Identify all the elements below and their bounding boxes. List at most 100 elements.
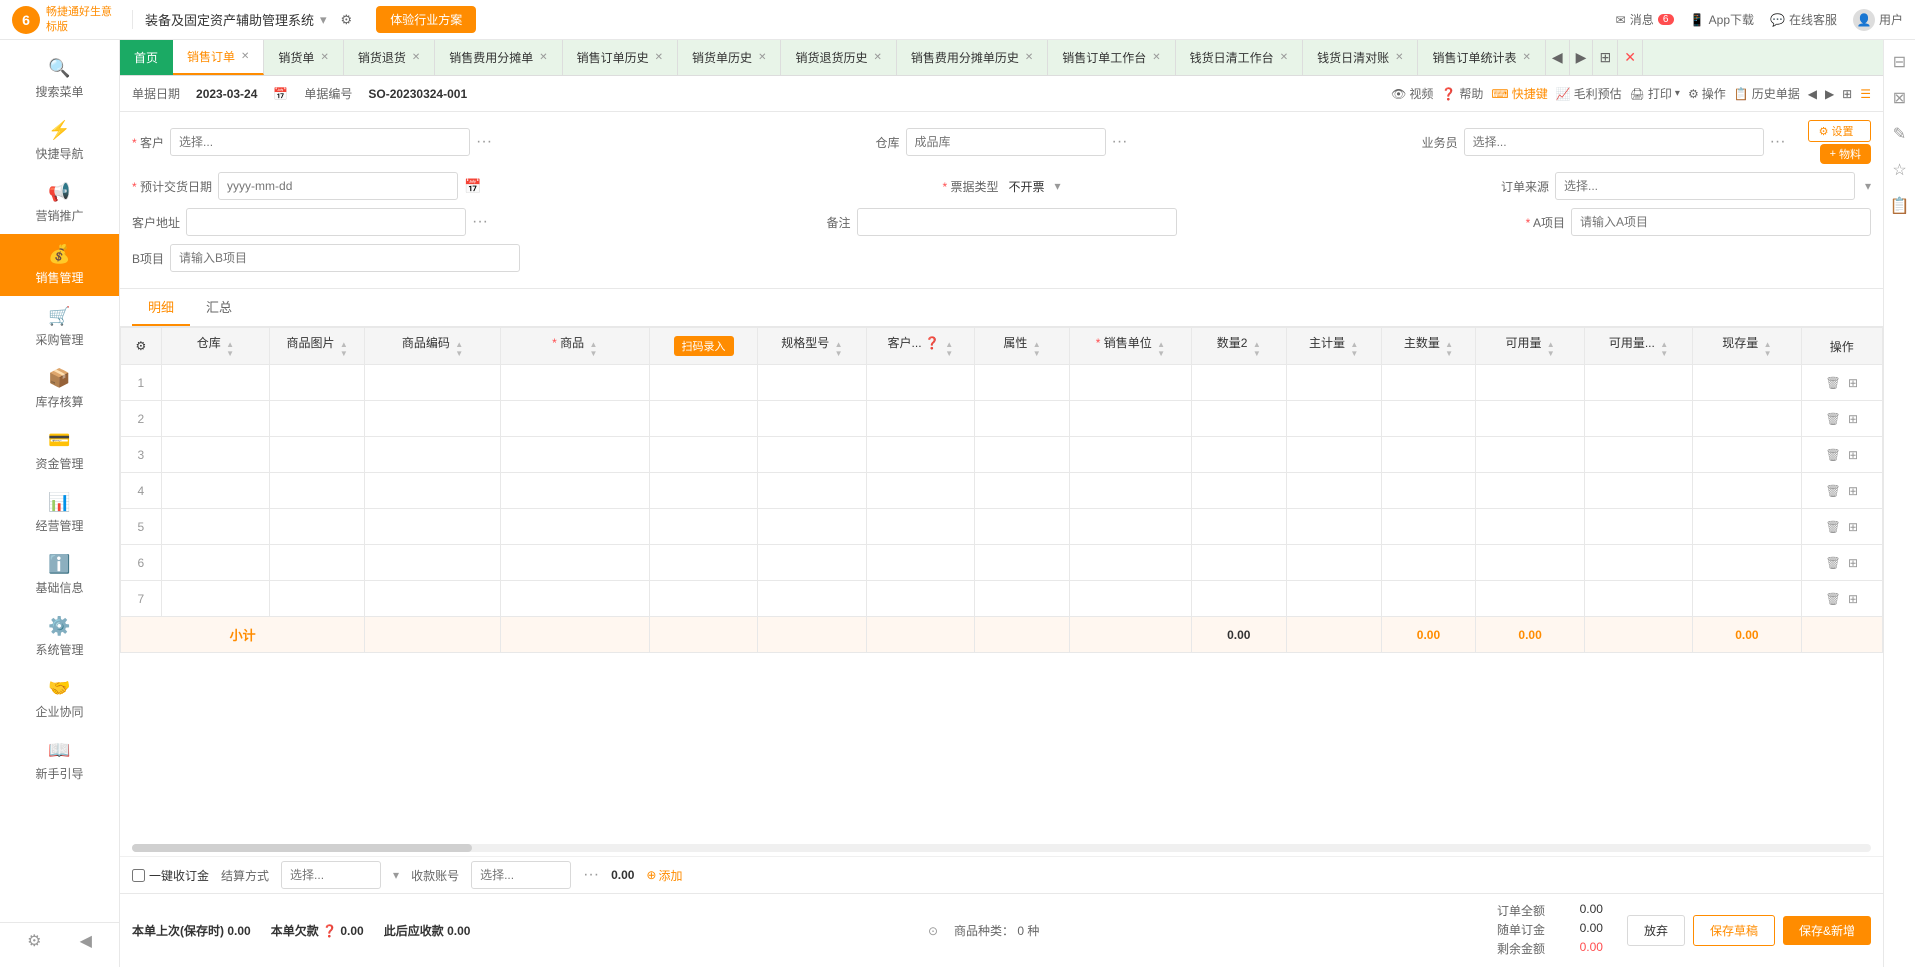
row-4-product-img[interactable] <box>270 473 365 509</box>
delete-row-7-icon[interactable]: 🗑 <box>1825 592 1840 606</box>
sidebar-item-purchase[interactable]: 🛒 采购管理 <box>0 296 119 358</box>
row-3-available[interactable] <box>1476 437 1584 473</box>
row-5-current-stock[interactable] <box>1693 509 1801 545</box>
sidebar-item-search[interactable]: 🔍 搜索菜单 <box>0 48 119 110</box>
sidebar-item-system[interactable]: ⚙️ 系统管理 <box>0 606 119 668</box>
row-6-main-unit[interactable] <box>1286 545 1381 581</box>
scan-btn[interactable]: 扫码录入 <box>674 336 734 356</box>
row-4-attributes[interactable] <box>975 473 1070 509</box>
settings-bottom-icon[interactable]: ⚙ <box>27 931 41 951</box>
sort-attributes[interactable]: ▲▼ <box>1033 340 1041 358</box>
row-2-main-unit[interactable] <box>1286 401 1381 437</box>
sort-customer-code[interactable]: ▲▼ <box>945 340 953 358</box>
sort-available2[interactable]: ▲▼ <box>1660 340 1668 358</box>
row-7-spec[interactable] <box>758 581 866 617</box>
copy-row-2-icon[interactable]: ⊞ <box>1848 412 1858 426</box>
copy-row-7-icon[interactable]: ⊞ <box>1848 592 1858 606</box>
switch-view-btn[interactable]: ◀ <box>1808 87 1817 101</box>
row-6-current-stock[interactable] <box>1693 545 1801 581</box>
account-input[interactable] <box>471 861 571 889</box>
tab-order-workbench[interactable]: 销售订单工作台 ✕ <box>1048 40 1175 75</box>
scrollbar-thumb[interactable] <box>132 844 472 852</box>
switch-view-btn2[interactable]: ▶ <box>1825 87 1834 101</box>
row-7-available2[interactable] <box>1584 581 1692 617</box>
th-main-qty[interactable]: 主数量 ▲▼ <box>1381 328 1476 365</box>
tab-sales-receipt-history[interactable]: 销货单历史 ✕ <box>678 40 781 75</box>
row-3-main-unit[interactable] <box>1286 437 1381 473</box>
delete-row-4-icon[interactable]: 🗑 <box>1825 484 1840 498</box>
a-project-input[interactable] <box>1571 208 1871 236</box>
close-sales-expense-tab[interactable]: ✕ <box>539 52 547 63</box>
row-4-product[interactable] <box>500 473 649 509</box>
row-7-product[interactable] <box>500 581 649 617</box>
address-more-btn[interactable]: ··· <box>472 213 488 231</box>
row-1-attributes[interactable] <box>975 365 1070 401</box>
row-1-available2[interactable] <box>1584 365 1692 401</box>
sort-product-img[interactable]: ▲▼ <box>340 340 348 358</box>
tab-daily-reconcile[interactable]: 钱货日清对账 ✕ <box>1303 40 1418 75</box>
row-3-current-stock[interactable] <box>1693 437 1801 473</box>
row-3-attributes[interactable] <box>975 437 1070 473</box>
tab-sales-return-history[interactable]: 销货退货历史 ✕ <box>781 40 896 75</box>
collapse-icon[interactable]: ◀ <box>80 931 92 951</box>
add-payment-btn[interactable]: ⊕ 添加 <box>646 867 682 884</box>
b-project-input[interactable] <box>170 244 520 272</box>
row-4-qty2[interactable] <box>1191 473 1286 509</box>
account-more-btn[interactable]: ··· <box>583 866 599 884</box>
row-5-warehouse[interactable] <box>161 509 269 545</box>
sidebar-item-management[interactable]: 📊 经营管理 <box>0 482 119 544</box>
row-4-available2[interactable] <box>1584 473 1692 509</box>
copy-row-5-icon[interactable]: ⊞ <box>1848 520 1858 534</box>
detail-tab-mingxi[interactable]: 明细 <box>132 289 190 326</box>
delivery-date-input[interactable] <box>218 172 458 200</box>
th-settings[interactable]: ⚙ <box>121 328 162 365</box>
row-6-attributes[interactable] <box>975 545 1070 581</box>
row-4-spec[interactable] <box>758 473 866 509</box>
th-scan[interactable]: 扫码录入 <box>649 328 757 365</box>
delivery-calendar-icon[interactable]: 📅 <box>464 178 481 195</box>
tab-expense-history[interactable]: 销售费用分摊单历史 ✕ <box>897 40 1048 75</box>
sidebar-item-finance[interactable]: 💳 资金管理 <box>0 420 119 482</box>
close-sales-return-tab[interactable]: ✕ <box>412 52 420 63</box>
delete-row-3-icon[interactable]: 🗑 <box>1825 448 1840 462</box>
app-download-button[interactable]: 📱 App下载 <box>1690 11 1754 28</box>
row-7-product-img[interactable] <box>270 581 365 617</box>
salesperson-more-btn[interactable]: ··· <box>1770 133 1786 151</box>
sort-available[interactable]: ▲▼ <box>1547 340 1555 358</box>
messages-button[interactable]: ✉ 消息 6 <box>1616 11 1674 28</box>
customer-code-help-icon[interactable]: ❓ <box>925 336 940 350</box>
invoice-dropdown-icon[interactable]: ▾ <box>1055 179 1061 193</box>
tab-sales-expense[interactable]: 销售费用分摊单 ✕ <box>435 40 562 75</box>
row-2-qty2[interactable] <box>1191 401 1286 437</box>
th-attributes[interactable]: 属性 ▲▼ <box>975 328 1070 365</box>
row-5-available[interactable] <box>1476 509 1584 545</box>
row-7-product-code[interactable] <box>365 581 501 617</box>
th-current-stock[interactable]: 现存量 ▲▼ <box>1693 328 1801 365</box>
row-1-sales-unit[interactable] <box>1069 365 1191 401</box>
row-1-product-img[interactable] <box>270 365 365 401</box>
row-3-product-code[interactable] <box>365 437 501 473</box>
row-7-current-stock[interactable] <box>1693 581 1801 617</box>
operation-btn[interactable]: ⚙ 操作 <box>1688 85 1726 102</box>
row-3-product[interactable] <box>500 437 649 473</box>
sidebar-item-nav[interactable]: ⚡ 快捷导航 <box>0 110 119 172</box>
sidebar-item-basic[interactable]: ℹ️ 基础信息 <box>0 544 119 606</box>
sidebar-item-guide[interactable]: 📖 新手引导 <box>0 730 119 792</box>
row-7-available[interactable] <box>1476 581 1584 617</box>
warehouse-more-btn[interactable]: ··· <box>1112 133 1128 151</box>
th-product-img[interactable]: 商品图片 ▲▼ <box>270 328 365 365</box>
row-6-customer-code[interactable] <box>866 545 974 581</box>
row-6-qty2[interactable] <box>1191 545 1286 581</box>
row-6-product[interactable] <box>500 545 649 581</box>
row-4-product-code[interactable] <box>365 473 501 509</box>
row-5-product-img[interactable] <box>270 509 365 545</box>
th-product[interactable]: * 商品 ▲▼ <box>500 328 649 365</box>
row-1-main-unit[interactable] <box>1286 365 1381 401</box>
dropdown-icon[interactable]: ▾ <box>320 12 327 28</box>
row-2-product-code[interactable] <box>365 401 501 437</box>
copy-row-6-icon[interactable]: ⊞ <box>1848 556 1858 570</box>
row-1-qty2[interactable] <box>1191 365 1286 401</box>
copy-row-3-icon[interactable]: ⊞ <box>1848 448 1858 462</box>
right-panel-icon-1[interactable]: ⊟ <box>1889 48 1910 76</box>
row-1-main-qty[interactable] <box>1381 365 1476 401</box>
